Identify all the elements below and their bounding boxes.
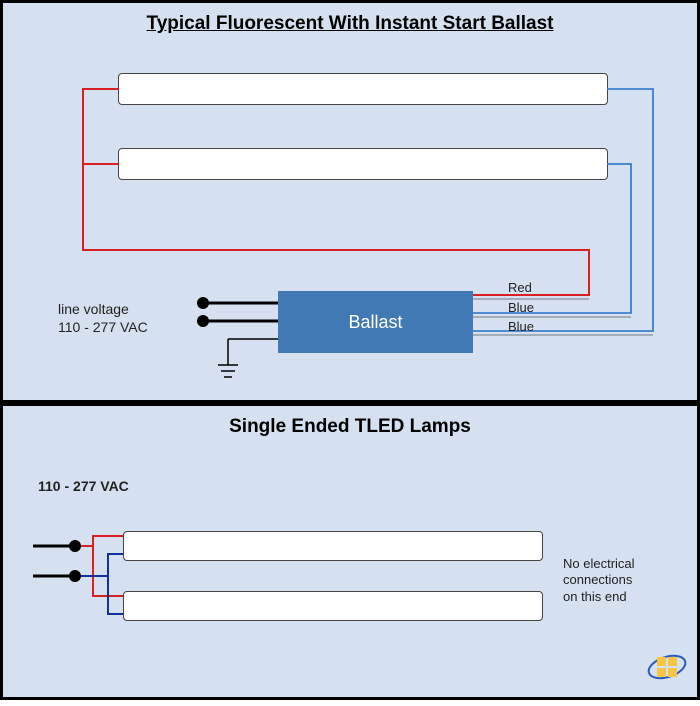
wiring-svg-panel1 [3, 3, 700, 403]
fluorescent-diagram-panel: Typical Fluorescent With Instant Start B… [0, 0, 700, 400]
line-terminal-dot-1 [197, 297, 209, 309]
wire-label-blue-2: Blue [508, 319, 534, 334]
line-voltage-label-1: line voltage [58, 301, 129, 317]
wire-label-red: Red [508, 280, 532, 295]
lead-dot-1-p2 [69, 540, 81, 552]
line-terminal-dot-2 [197, 315, 209, 327]
tled-diagram-panel: Single Ended TLED Lamps 110 - 277 VAC No… [0, 400, 700, 700]
line-voltage-label-2: 110 - 277 VAC [58, 319, 148, 335]
lead-dot-2-p2 [69, 570, 81, 582]
brand-logo-icon [647, 647, 687, 687]
no-connection-note: No electrical connections on this end [563, 556, 635, 605]
wire-label-blue-1: Blue [508, 300, 534, 315]
